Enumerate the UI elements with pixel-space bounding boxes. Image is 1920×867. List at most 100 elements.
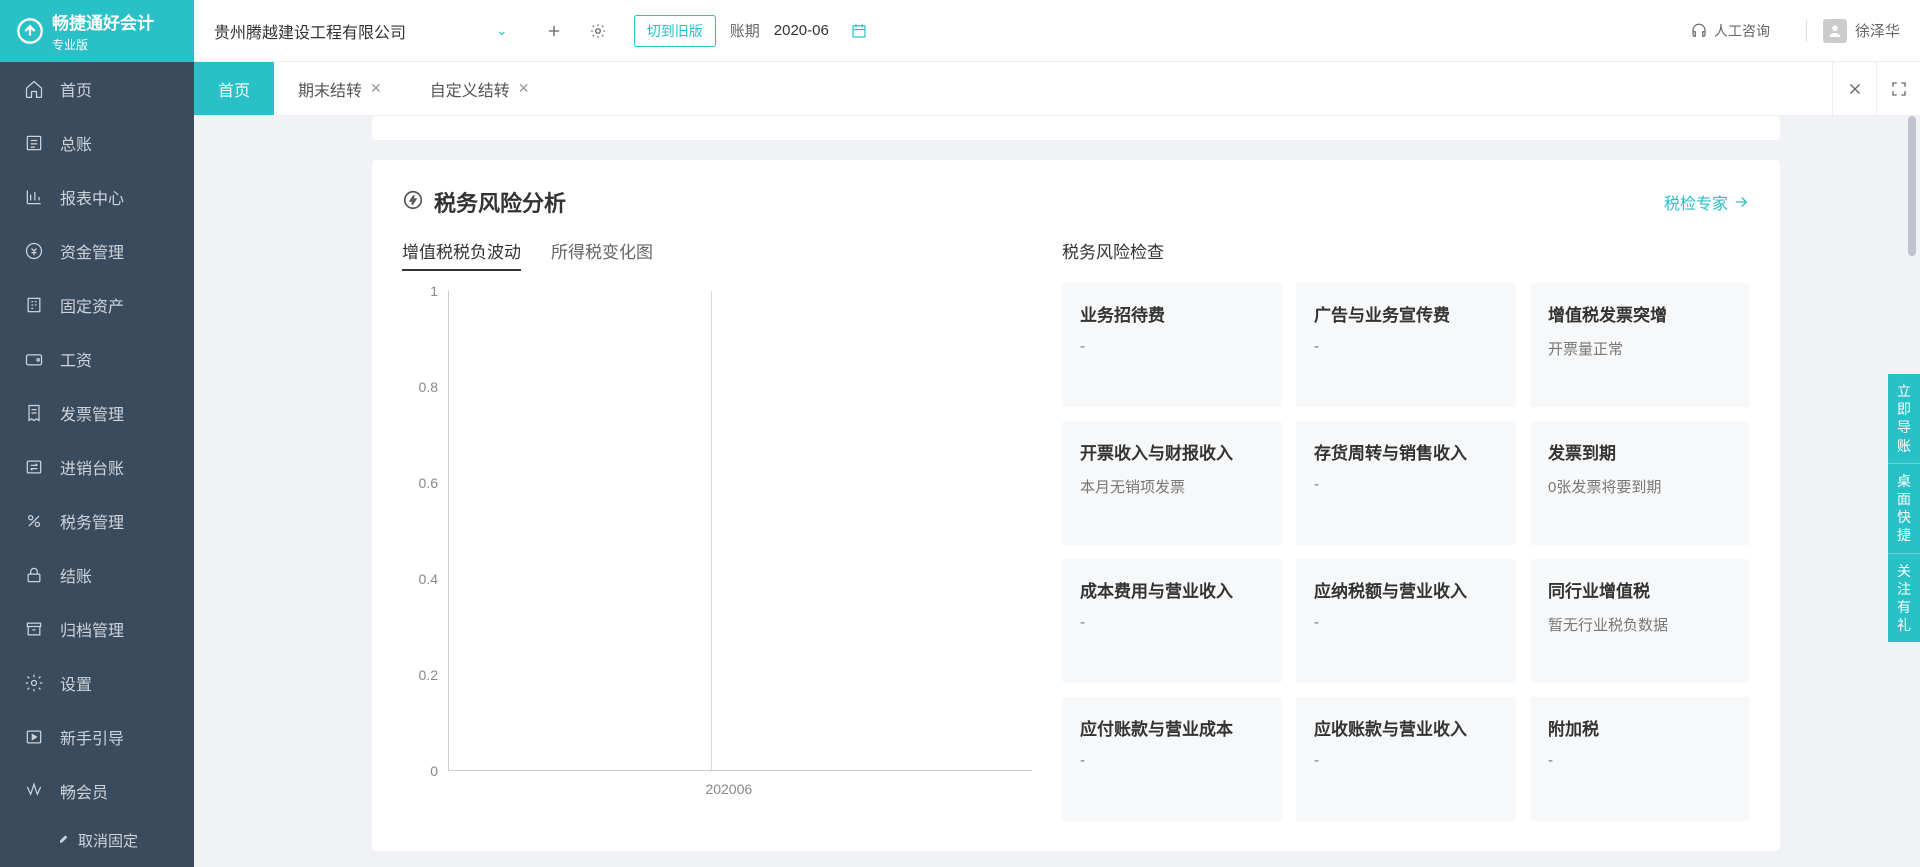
risk-column: 税务风险检查 业务招待费-广告与业务宣传费-增值税发票突增开票量正常开票收入与财…: [1062, 238, 1750, 821]
nav-label: 归档管理: [60, 617, 124, 641]
period-label: 账期: [730, 20, 760, 41]
float-follow[interactable]: 关注有礼: [1888, 554, 1920, 643]
risk-card[interactable]: 成本费用与营业收入-: [1062, 559, 1282, 683]
brand-logo[interactable]: 畅捷通好会计 专业版: [0, 0, 194, 62]
close-all-tabs[interactable]: [1832, 62, 1876, 116]
risk-card-value: 本月无销项发票: [1080, 476, 1264, 497]
ledger-icon: [24, 133, 44, 153]
nav-invoice[interactable]: 发票管理: [0, 386, 194, 440]
nav-closing[interactable]: 结账: [0, 548, 194, 602]
risk-card-value: -: [1314, 476, 1498, 493]
cloud-up-icon: [16, 17, 44, 45]
user-menu[interactable]: 徐泽华: [1823, 19, 1900, 43]
calendar-icon[interactable]: [845, 17, 873, 45]
risk-card-title: 广告与业务宣传费: [1314, 301, 1498, 326]
nav-label: 首页: [60, 77, 92, 101]
unpin-icon: [56, 832, 72, 848]
y-tick-label: 1: [430, 283, 438, 299]
nav-guide[interactable]: 新手引导: [0, 710, 194, 764]
risk-card[interactable]: 应收账款与营业收入-: [1296, 697, 1516, 821]
nav-archive[interactable]: 归档管理: [0, 602, 194, 656]
nav-salary[interactable]: 工资: [0, 332, 194, 386]
nav-label: 工资: [60, 347, 92, 371]
headset-icon: [1690, 22, 1708, 40]
subtab-vat[interactable]: 增值税税负波动: [402, 238, 521, 271]
risk-card-value: -: [1314, 614, 1498, 631]
nav-home[interactable]: 首页: [0, 62, 194, 116]
subtab-income-tax[interactable]: 所得税变化图: [551, 238, 653, 271]
float-buttons: 立即导账 桌面快捷 关注有礼: [1888, 374, 1920, 642]
close-icon[interactable]: ✕: [370, 80, 382, 97]
risk-card-value: -: [1548, 752, 1732, 769]
risk-card-value: 开票量正常: [1548, 338, 1732, 359]
risk-card[interactable]: 开票收入与财报收入本月无销项发票: [1062, 421, 1282, 545]
tab-label: 首页: [218, 77, 250, 101]
brand-name: 畅捷通好会计: [52, 9, 154, 34]
nav-settings[interactable]: 设置: [0, 656, 194, 710]
play-icon: [24, 727, 44, 747]
nav-tax[interactable]: 税务管理: [0, 494, 194, 548]
swap-icon: [24, 457, 44, 477]
risk-card-title: 应收账款与营业收入: [1314, 715, 1498, 740]
float-import[interactable]: 立即导账: [1888, 374, 1920, 464]
tab-custom-close[interactable]: 自定义结转✕: [406, 62, 554, 115]
panel-title: 税务风险分析: [434, 186, 1664, 218]
risk-card[interactable]: 增值税发票突增开票量正常: [1530, 283, 1750, 407]
risk-card[interactable]: 应纳税额与营业收入 -: [1296, 559, 1516, 683]
nav-label: 报表中心: [60, 185, 124, 209]
risk-card[interactable]: 广告与业务宣传费-: [1296, 283, 1516, 407]
tab-home[interactable]: 首页: [194, 62, 274, 115]
tab-label: 期末结转: [298, 77, 362, 101]
risk-card[interactable]: 存货周转与销售收入-: [1296, 421, 1516, 545]
risk-card[interactable]: 业务招待费-: [1062, 283, 1282, 407]
chart-subtabs: 增值税税负波动 所得税变化图: [402, 238, 1032, 271]
risk-card[interactable]: 应付账款与营业成本-: [1062, 697, 1282, 821]
nav-label: 畅会员: [60, 779, 108, 803]
content-area: 税务风险分析 税检专家 增值税税负波动 所得税变化图 00.20.40.60.8…: [194, 116, 1920, 867]
old-version-button[interactable]: 切到旧版: [634, 15, 716, 47]
nav-assets[interactable]: 固定资产: [0, 278, 194, 332]
chevron-down-icon[interactable]: ⌄: [496, 22, 508, 39]
nav-member[interactable]: 畅会员: [0, 764, 194, 818]
fullscreen-button[interactable]: [1876, 62, 1920, 116]
scrollbar-thumb[interactable]: [1908, 116, 1916, 256]
risk-check-title: 税务风险检查: [1062, 238, 1750, 263]
add-button[interactable]: [540, 17, 568, 45]
nav-label: 税务管理: [60, 509, 124, 533]
risk-card-value: -: [1080, 338, 1264, 355]
risk-card[interactable]: 同行业增值税暂无行业税负数据: [1530, 559, 1750, 683]
nav-reports[interactable]: 报表中心: [0, 170, 194, 224]
support-link[interactable]: 人工咨询: [1690, 21, 1770, 41]
settings-button[interactable]: [584, 17, 612, 45]
nav-ledger[interactable]: 总账: [0, 116, 194, 170]
nav-funds[interactable]: 资金管理: [0, 224, 194, 278]
arrow-right-icon: [1732, 193, 1750, 211]
risk-card-title: 应纳税额与营业收入: [1314, 577, 1498, 602]
brand-edition: 专业版: [52, 36, 154, 53]
risk-card[interactable]: 附加税-: [1530, 697, 1750, 821]
close-icon[interactable]: ✕: [518, 80, 530, 97]
vip-icon: [24, 781, 44, 801]
company-selector[interactable]: 贵州腾越建设工程有限公司: [214, 19, 406, 43]
expert-link[interactable]: 税检专家: [1664, 190, 1750, 214]
risk-card-value: -: [1080, 752, 1264, 769]
chart-area: 00.20.40.60.81 202006: [408, 291, 1032, 811]
coin-icon: [24, 241, 44, 261]
nav-label: 进销台账: [60, 455, 124, 479]
risk-card[interactable]: 发票到期0张发票将要到期: [1530, 421, 1750, 545]
wallet-icon: [24, 349, 44, 369]
expert-link-label: 税检专家: [1664, 190, 1728, 214]
tab-period-close[interactable]: 期末结转 ✕: [274, 62, 406, 115]
risk-card-title: 同行业增值税: [1548, 577, 1732, 602]
nav-stock[interactable]: 进销台账: [0, 440, 194, 494]
y-tick-label: 0.4: [419, 571, 438, 587]
y-tick-label: 0.6: [419, 475, 438, 491]
nav-label: 固定资产: [60, 293, 124, 317]
float-shortcut[interactable]: 桌面快捷: [1888, 464, 1920, 554]
sidebar: 畅捷通好会计 专业版 首页 总账 报表中心 资金管理 固定资产 工资 发票管理 …: [0, 0, 194, 867]
topbar: 贵州腾越建设工程有限公司 ⌄ 切到旧版 账期 2020-06 人工咨询 徐泽华: [194, 0, 1920, 62]
risk-card-value: -: [1080, 614, 1264, 631]
unpin-button[interactable]: 取消固定: [0, 813, 194, 867]
period-value[interactable]: 2020-06: [774, 22, 829, 39]
risk-card-value: 暂无行业税负数据: [1548, 614, 1732, 635]
